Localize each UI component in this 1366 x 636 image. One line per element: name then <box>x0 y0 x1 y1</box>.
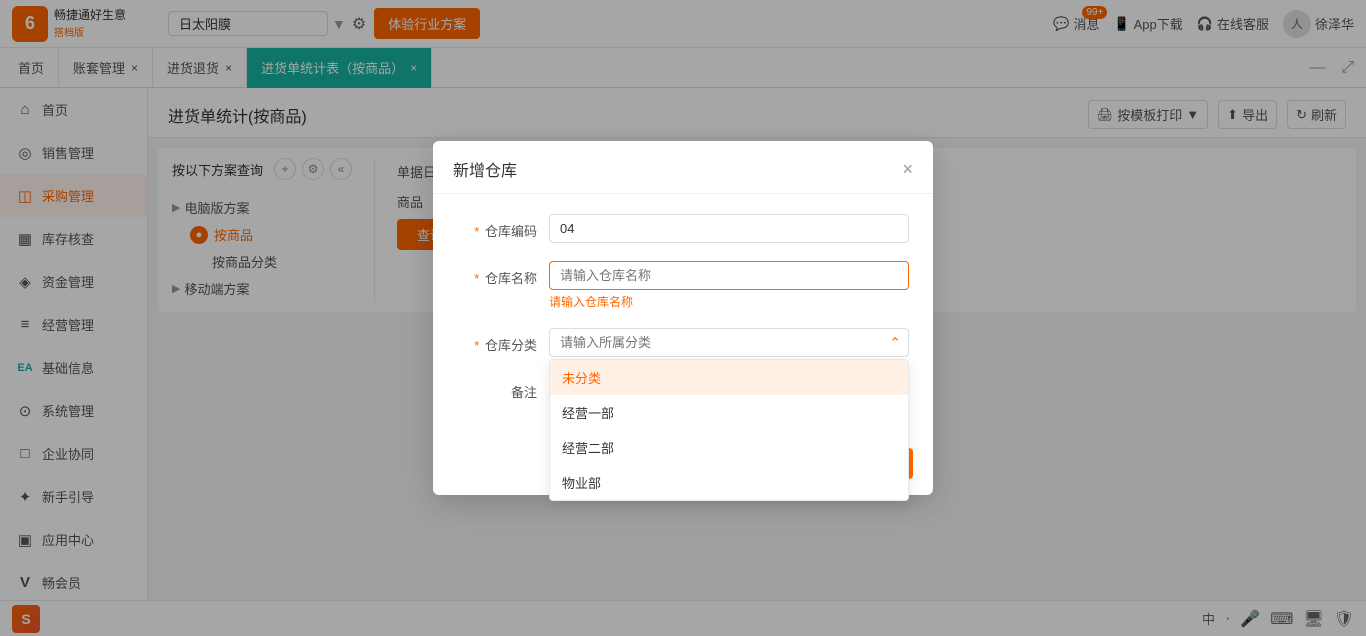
dropdown-item-dept3[interactable]: 物业部 <box>550 465 908 500</box>
category-control: ⌃ 未分类 经营一部 经营二部 物业部 <box>549 328 909 357</box>
modal-body: * 仓库编码 * 仓库名称 请输入仓库名称 <box>433 194 933 438</box>
name-row: * 仓库名称 请输入仓库名称 <box>457 261 909 310</box>
req-star-cat: * <box>474 338 479 353</box>
code-row: * 仓库编码 <box>457 214 909 243</box>
category-label-text: 仓库分类 <box>485 338 537 353</box>
code-input[interactable] <box>549 214 909 243</box>
name-input[interactable] <box>549 261 909 290</box>
category-dropdown: 未分类 经营一部 经营二部 物业部 <box>549 359 909 501</box>
name-control: 请输入仓库名称 <box>549 261 909 310</box>
code-label-text: 仓库编码 <box>485 224 537 239</box>
dropdown-item-dept1[interactable]: 经营一部 <box>550 395 908 430</box>
code-control <box>549 214 909 243</box>
modal-title: 新增仓库 <box>453 157 517 181</box>
req-star-code: * <box>474 224 479 239</box>
category-row: * 仓库分类 ⌃ 未分类 经营一部 经营二部 物业部 <box>457 328 909 357</box>
dropdown-item-dept2[interactable]: 经营二部 <box>550 430 908 465</box>
req-star-name: * <box>474 271 479 286</box>
dropdown-item-none[interactable]: 未分类 <box>550 360 908 395</box>
remark-label-text: 备注 <box>511 385 537 400</box>
remark-label: 备注 <box>457 375 537 401</box>
code-label: * 仓库编码 <box>457 214 537 240</box>
category-input[interactable] <box>549 328 909 357</box>
modal-close-btn[interactable]: × <box>902 159 913 180</box>
chevron-up-icon[interactable]: ⌃ <box>889 334 901 351</box>
new-warehouse-modal: 新增仓库 × * 仓库编码 * 仓库名称 <box>433 141 933 495</box>
modal-header: 新增仓库 × <box>433 141 933 194</box>
name-label: * 仓库名称 <box>457 261 537 287</box>
name-error-msg: 请输入仓库名称 <box>549 293 909 310</box>
modal-overlay: 新增仓库 × * 仓库编码 * 仓库名称 <box>0 0 1366 636</box>
category-input-wrap: ⌃ <box>549 328 909 357</box>
category-label: * 仓库分类 <box>457 328 537 354</box>
name-label-text: 仓库名称 <box>485 271 537 286</box>
